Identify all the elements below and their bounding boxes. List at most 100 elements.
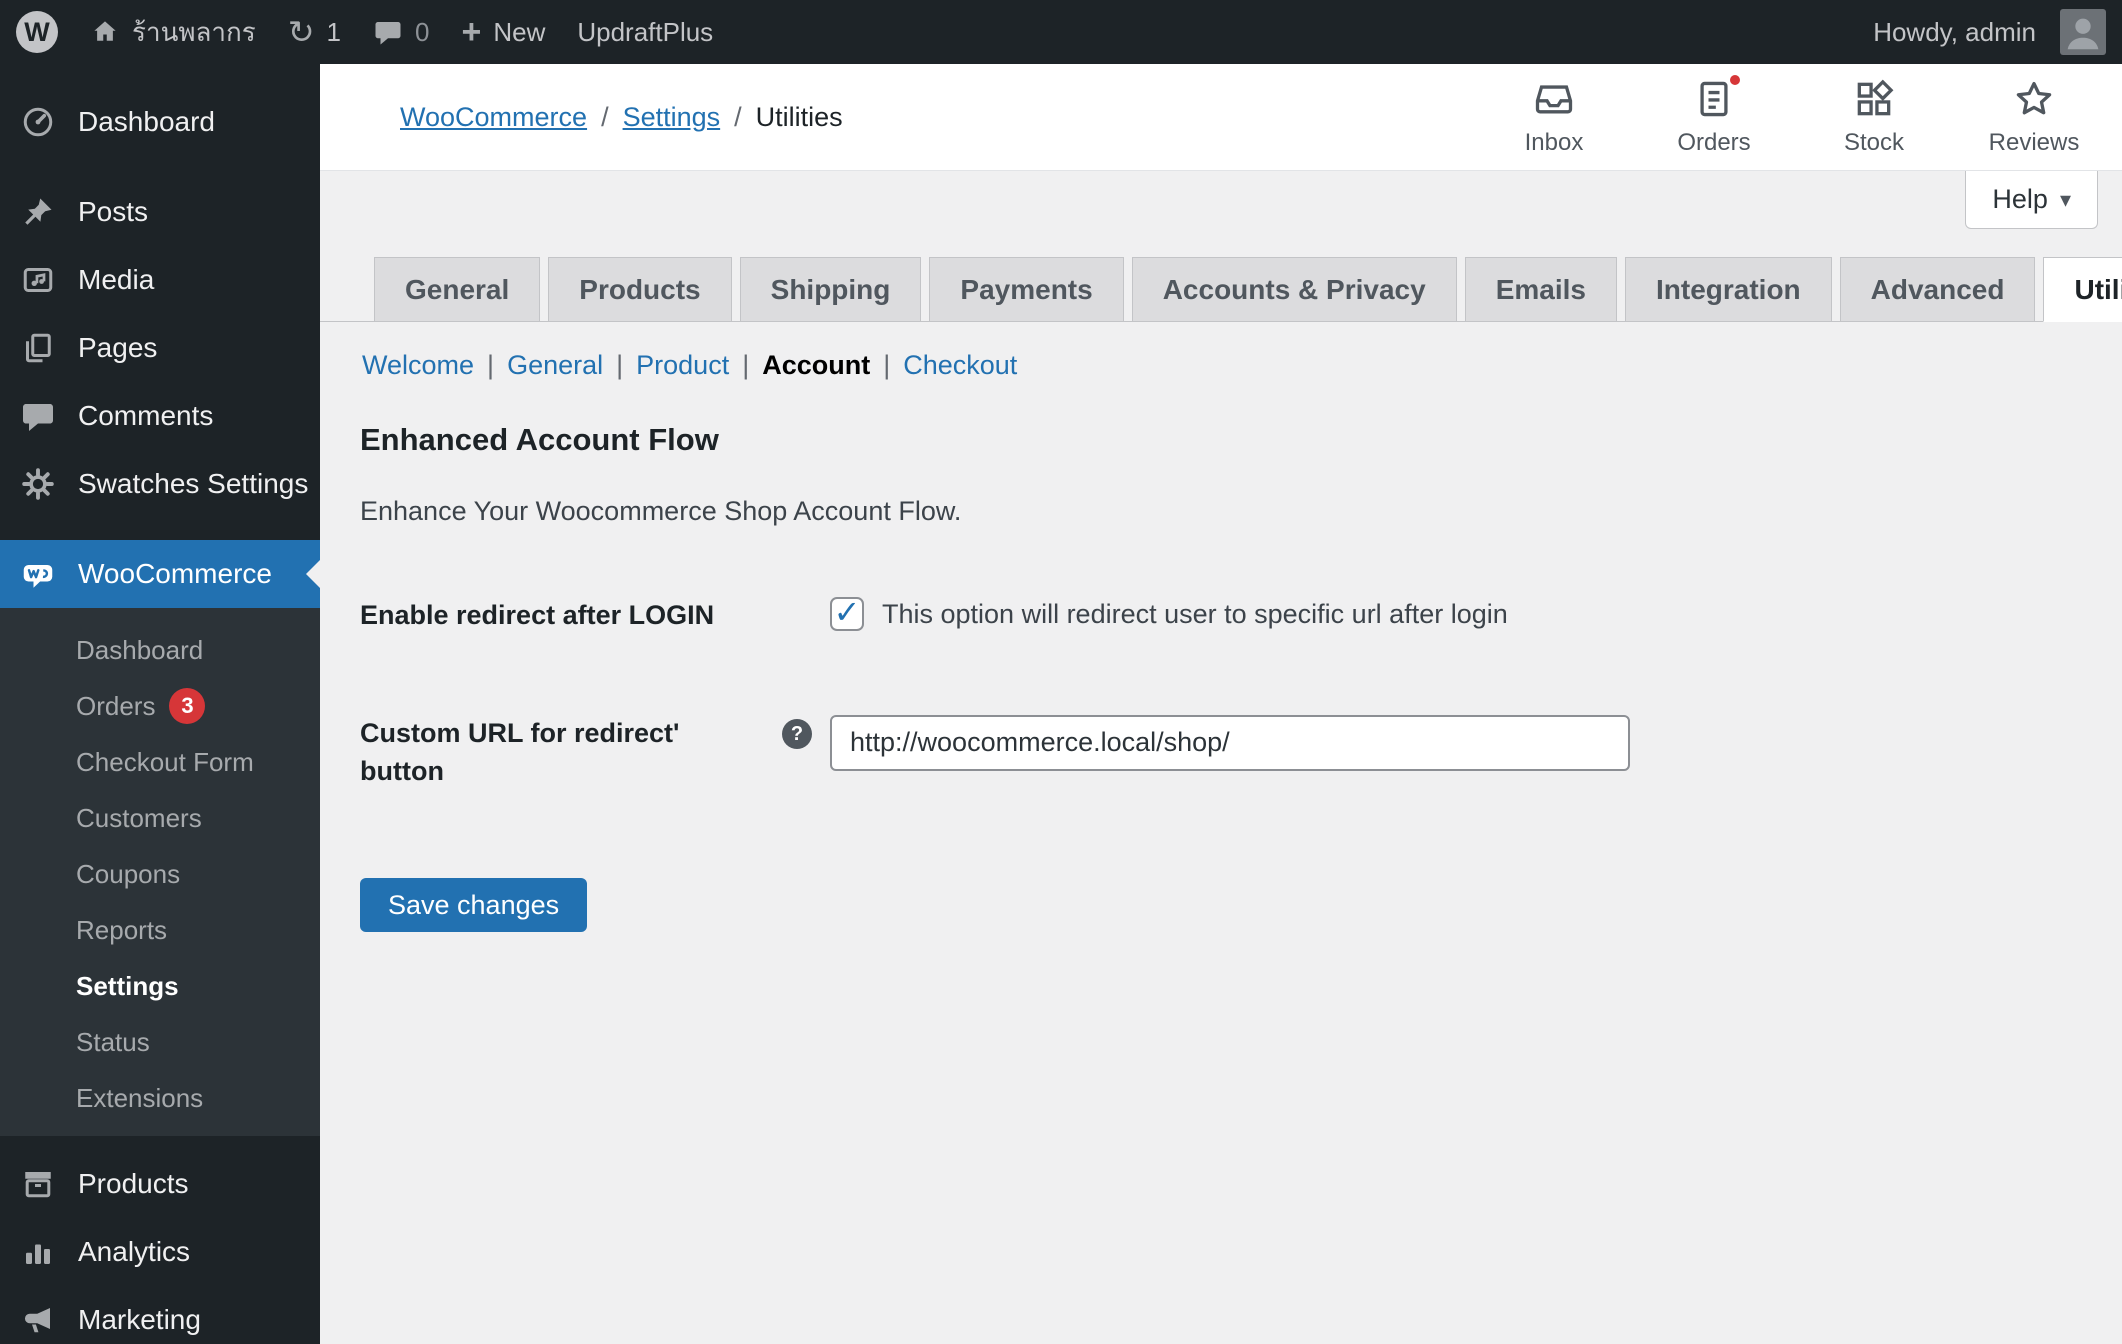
- sidebar-item-label: Products: [78, 1168, 189, 1199]
- subnav-separator: |: [883, 350, 891, 380]
- submenu-item-customers[interactable]: Customers: [0, 790, 320, 846]
- form-row-custom-url: Custom URL for redirect' button ?: [360, 714, 2122, 791]
- submenu-item-label: Checkout Form: [76, 746, 254, 777]
- checkbox-description: This option will redirect user to specif…: [882, 598, 1508, 629]
- new-content-menu[interactable]: + New: [445, 0, 561, 64]
- activity-label: Inbox: [1524, 129, 1584, 156]
- settings-tabs: General Products Shipping Payments Accou…: [320, 257, 2122, 322]
- sidebar-item-comments[interactable]: Comments: [0, 382, 320, 450]
- help-label: Help: [1992, 184, 2048, 214]
- enable-redirect-checkbox[interactable]: ✓: [830, 596, 864, 631]
- custom-url-label: Custom URL for redirect' button: [360, 717, 680, 786]
- help-tip-icon[interactable]: ?: [782, 718, 812, 749]
- subnav-separator: |: [487, 350, 495, 380]
- wp-logo-menu[interactable]: W: [0, 0, 74, 64]
- submenu-item-reports[interactable]: Reports: [0, 902, 320, 958]
- sidebar-item-posts[interactable]: Posts: [0, 178, 320, 246]
- tab-payments[interactable]: Payments: [929, 257, 1124, 321]
- help-button[interactable]: Help ▾: [1965, 171, 2098, 229]
- sidebar-item-products[interactable]: Products: [0, 1150, 320, 1218]
- inbox-icon: [1532, 77, 1576, 121]
- breadcrumb-link-woocommerce[interactable]: WooCommerce: [400, 102, 587, 133]
- avatar: [2060, 9, 2106, 55]
- custom-url-input[interactable]: [830, 714, 1630, 771]
- field-label: Enable redirect after LOGIN: [360, 597, 830, 635]
- tab-integration[interactable]: Integration: [1624, 257, 1832, 321]
- subnav-welcome[interactable]: Welcome: [362, 350, 474, 381]
- submenu-item-label: Reports: [76, 914, 168, 945]
- sidebar-item-label: Pages: [78, 332, 158, 363]
- activity-orders[interactable]: Orders: [1634, 72, 1794, 157]
- subnav-checkout[interactable]: Checkout: [903, 350, 1017, 381]
- submenu-item-settings[interactable]: Settings: [0, 958, 320, 1014]
- sidebar-item-label: Swatches Settings: [78, 468, 309, 499]
- tab-accounts-privacy[interactable]: Accounts & Privacy: [1131, 257, 1457, 321]
- admin-sidebar: Dashboard Posts Media Pages Comments Swa…: [0, 64, 320, 1344]
- submenu-item-checkout-form[interactable]: Checkout Form: [0, 734, 320, 790]
- breadcrumb-separator: /: [601, 101, 609, 132]
- sidebar-item-marketing[interactable]: Marketing: [0, 1286, 320, 1344]
- bar-chart-icon: [18, 1234, 58, 1270]
- sidebar-item-swatches-settings[interactable]: Swatches Settings: [0, 450, 320, 518]
- activity-reviews[interactable]: Reviews: [1954, 77, 2114, 157]
- activity-inbox[interactable]: Inbox: [1474, 77, 1634, 157]
- notification-dot: [1727, 72, 1743, 88]
- tab-products[interactable]: Products: [548, 257, 732, 321]
- settings-form: Enable redirect after LOGIN ✓ This optio…: [360, 596, 2122, 933]
- sidebar-item-analytics[interactable]: Analytics: [0, 1218, 320, 1286]
- tab-advanced[interactable]: Advanced: [1839, 257, 2036, 321]
- tab-utilities[interactable]: Utilities: [2043, 257, 2122, 322]
- site-name-menu[interactable]: ร้านพลากร: [74, 0, 272, 64]
- submenu-item-dashboard[interactable]: Dashboard: [0, 622, 320, 678]
- updates-menu[interactable]: ↻ 1: [272, 0, 357, 64]
- tab-shipping[interactable]: Shipping: [739, 257, 922, 321]
- subnav-general[interactable]: General: [507, 350, 603, 381]
- updraftplus-menu[interactable]: UpdraftPlus: [561, 0, 729, 64]
- stock-grid-icon: [1852, 77, 1896, 121]
- activity-stock[interactable]: Stock: [1794, 77, 1954, 157]
- updraftplus-label: UpdraftPlus: [577, 16, 714, 47]
- subnav-account-current: Account: [762, 350, 871, 380]
- section-title: Enhanced Account Flow: [360, 422, 719, 457]
- my-account-menu[interactable]: Howdy, admin: [1857, 0, 2122, 64]
- sidebar-item-pages[interactable]: Pages: [0, 314, 320, 382]
- submenu-item-extensions[interactable]: Extensions: [0, 1070, 320, 1126]
- submenu-item-label: Status: [76, 1026, 150, 1057]
- sidebar-item-label: Posts: [78, 196, 149, 227]
- sidebar-item-dashboard[interactable]: Dashboard: [0, 88, 320, 156]
- main-content: WooCommerce / Settings / Utilities Inbox: [320, 64, 2122, 1344]
- dashboard-gauge-icon: [18, 104, 58, 140]
- submenu-item-label: Coupons: [76, 858, 181, 889]
- submenu-item-coupons[interactable]: Coupons: [0, 846, 320, 902]
- pushpin-icon: [18, 194, 58, 230]
- sidebar-item-label: WooCommerce: [78, 558, 272, 589]
- submenu-item-label: Extensions: [76, 1082, 204, 1113]
- utilities-subnav: Welcome | General | Product | Account | …: [362, 350, 2122, 381]
- field-control: ✓ This option will redirect user to spec…: [830, 596, 2122, 631]
- admin-bar: W ร้านพลากร ↻ 1 0 + New UpdraftPlus Howd…: [0, 0, 2122, 64]
- plus-icon: +: [461, 13, 482, 51]
- submenu-item-orders[interactable]: Orders 3: [0, 678, 320, 734]
- current-menu-arrow: [292, 560, 320, 588]
- tab-emails[interactable]: Emails: [1464, 257, 1617, 321]
- woocommerce-header: WooCommerce / Settings / Utilities Inbox: [320, 64, 2122, 171]
- site-name-label: ร้านพลากร: [132, 16, 256, 47]
- sidebar-item-media[interactable]: Media: [0, 246, 320, 314]
- tab-general[interactable]: General: [374, 257, 541, 321]
- submenu-item-status[interactable]: Status: [0, 1014, 320, 1070]
- comments-count: 0: [415, 16, 430, 47]
- field-label: Custom URL for redirect' button ?: [360, 715, 830, 791]
- activity-label: Orders: [1677, 129, 1751, 156]
- submenu-item-label: Settings: [76, 970, 179, 1001]
- comments-menu[interactable]: 0: [357, 0, 445, 64]
- admin-bar-right: Howdy, admin: [1857, 0, 2122, 64]
- activity-label: Reviews: [1988, 129, 2080, 156]
- subnav-product[interactable]: Product: [636, 350, 729, 381]
- comment-bubble-icon: [18, 398, 58, 434]
- breadcrumb-link-settings[interactable]: Settings: [623, 102, 721, 133]
- section-description: Enhance Your Woocommerce Shop Account Fl…: [360, 496, 962, 526]
- sidebar-item-woocommerce[interactable]: WooCommerce: [0, 540, 320, 608]
- gear-icon: [18, 466, 58, 502]
- save-changes-button[interactable]: Save changes: [360, 878, 588, 933]
- submenu-item-label: Dashboard: [76, 634, 204, 665]
